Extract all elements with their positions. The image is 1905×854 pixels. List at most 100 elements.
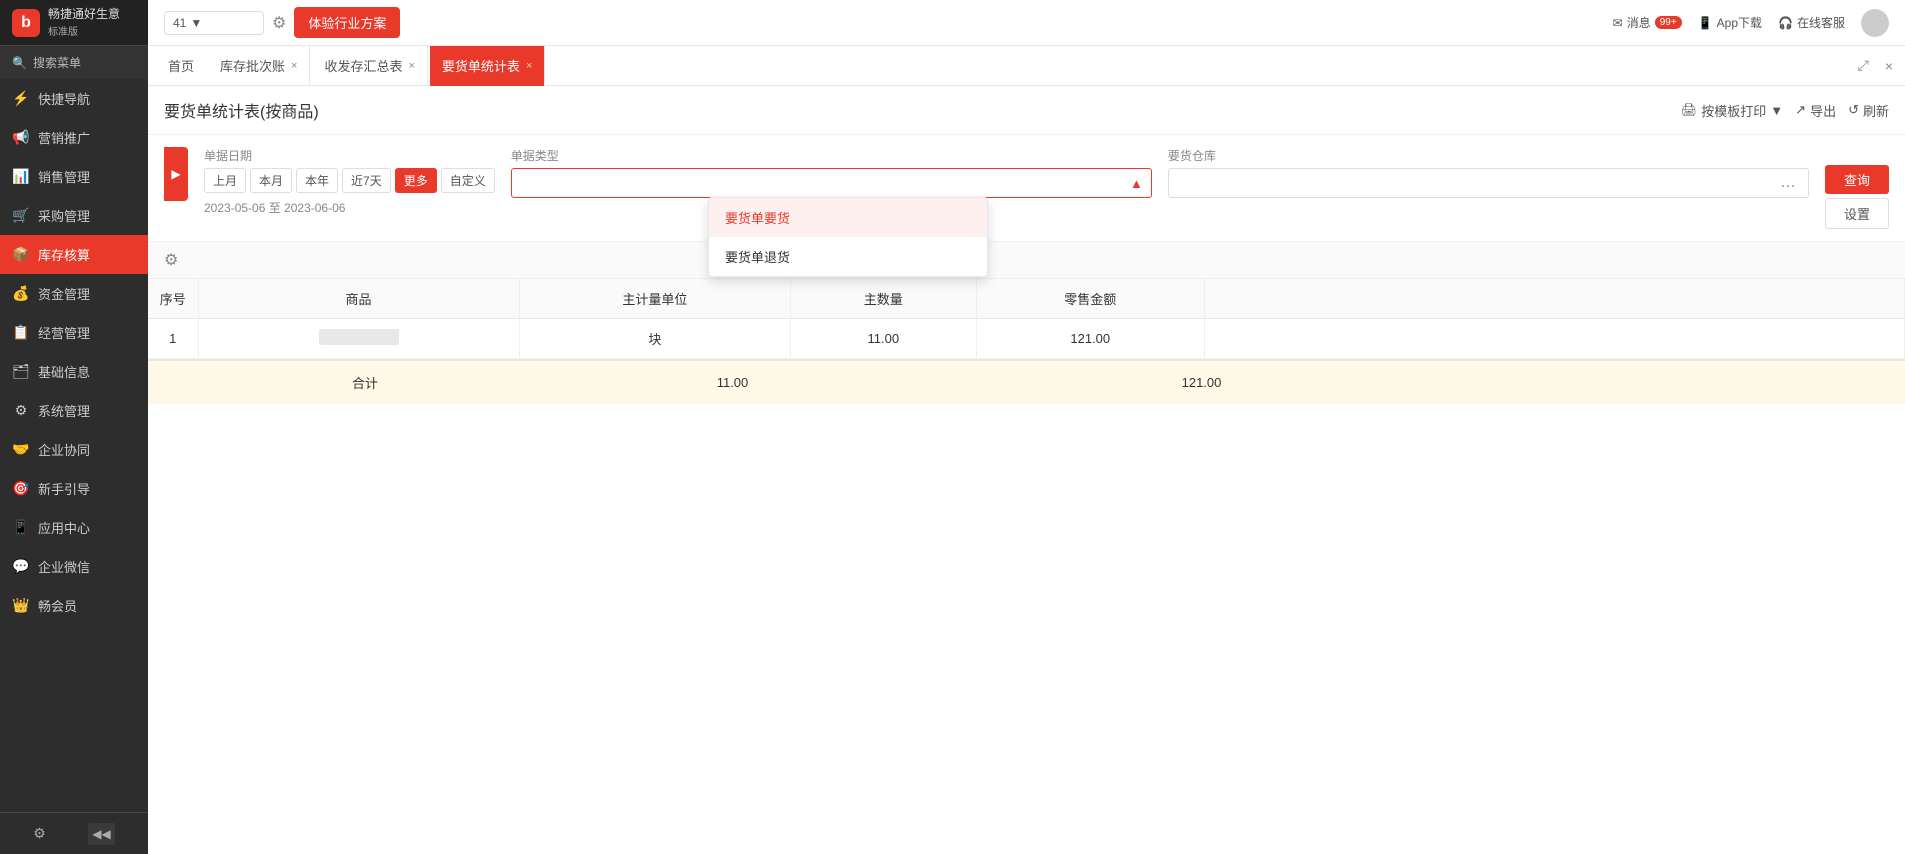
nav-label-6: 经营管理 xyxy=(38,323,90,342)
more-dates-btn[interactable]: 更多 xyxy=(395,168,437,193)
refresh-label: 刷新 xyxy=(1863,101,1889,120)
nav-label-2: 销售管理 xyxy=(38,167,90,186)
warehouse-filter-input[interactable] xyxy=(1177,176,1776,191)
dropdown-item-return[interactable]: 要货单退货 xyxy=(709,237,987,276)
custom-date-btn[interactable]: 自定义 xyxy=(441,168,495,193)
sidebar-item-快捷导航[interactable]: ⚡快捷导航 xyxy=(0,79,148,118)
type-filter-input-box[interactable]: ▲ xyxy=(511,168,1152,198)
store-selector[interactable]: 41 ▼ xyxy=(164,11,264,35)
app-download-btn[interactable]: 📱 App下载 xyxy=(1698,14,1762,31)
type-dropdown: 要货单要货 要货单退货 xyxy=(708,197,988,277)
message-icon: ✉ xyxy=(1613,16,1623,30)
sidebar-item-畅会员[interactable]: 👑畅会员 xyxy=(0,586,148,625)
nav-icon-12: 💬 xyxy=(12,558,30,575)
sidebar-settings-icon[interactable]: ⚙ xyxy=(33,825,46,842)
nav-icon-3: 🛒 xyxy=(12,207,30,224)
sidebar-item-销售管理[interactable]: 📊销售管理 xyxy=(0,157,148,196)
tab-inventory-batch-close[interactable]: × xyxy=(291,60,297,72)
topbar-gear-icon[interactable]: ⚙ xyxy=(272,13,286,33)
sidebar-collapse-icon[interactable]: ◀◀ xyxy=(88,823,114,845)
nav-icon-11: 📱 xyxy=(12,519,30,536)
prev-month-btn[interactable]: 上月 xyxy=(204,168,246,193)
recent-7days-btn[interactable]: 近7天 xyxy=(342,168,391,193)
export-btn[interactable]: ↗ 导出 xyxy=(1795,101,1836,120)
table-header-row: 序号 商品 主计量单位 主数量 零售金额 xyxy=(148,279,1905,319)
app-logo-icon: b xyxy=(12,9,40,37)
sidebar-search[interactable]: 🔍 搜索菜单 xyxy=(0,46,148,79)
store-dropdown-arrow: ▼ xyxy=(190,16,202,30)
trial-button[interactable]: 体验行业方案 xyxy=(294,7,400,38)
print-icon: 🖨 xyxy=(1681,102,1698,118)
sidebar-item-资金管理[interactable]: 💰资金管理 xyxy=(0,274,148,313)
dropdown-item-order[interactable]: 要货单要货 xyxy=(709,198,987,237)
warehouse-more-dots[interactable]: … xyxy=(1776,174,1800,192)
current-month-btn[interactable]: 本月 xyxy=(250,168,292,193)
nav-icon-6: 📋 xyxy=(12,324,30,341)
nav-label-5: 资金管理 xyxy=(38,284,90,303)
filter-bar: ▶ 单据日期 上月 本月 本年 近7天 更多 自定义 2023-05-06 xyxy=(148,135,1905,242)
page-header: 要货单统计表(按商品) 🖨 按模板打印 ▼ ↗ 导出 ↺ 刷新 xyxy=(148,86,1905,135)
online-service-icon: 🎧 xyxy=(1778,16,1793,30)
date-filter-row: 上月 本月 本年 近7天 更多 自定义 xyxy=(204,168,495,193)
type-filter-input[interactable] xyxy=(520,176,1130,191)
tabs-close-icon[interactable]: × xyxy=(1881,54,1897,78)
message-btn[interactable]: ✉ 消息 99+ xyxy=(1613,14,1682,31)
nav-label-11: 应用中心 xyxy=(38,518,90,537)
tab-order-stats-close[interactable]: × xyxy=(526,60,532,72)
query-button[interactable]: 查询 xyxy=(1825,165,1889,194)
tab-inventory-batch[interactable]: 库存批次账 × xyxy=(208,46,310,86)
nav-icon-13: 👑 xyxy=(12,597,30,614)
nav-icon-8: ⚙ xyxy=(12,402,30,419)
footer-total-label: 合计 xyxy=(198,373,398,392)
sidebar-item-新手引导[interactable]: 🎯新手引导 xyxy=(0,469,148,508)
tab-home[interactable]: 首页 xyxy=(156,56,206,75)
settings-button[interactable]: 设置 xyxy=(1825,198,1889,229)
sidebar-item-经营管理[interactable]: 📋 经营管理 xyxy=(0,313,148,352)
filter-expand-btn[interactable]: ▶ xyxy=(164,147,188,201)
date-range-text: 2023-05-06 至 2023-06-06 xyxy=(204,199,495,216)
topbar: 41 ▼ ⚙ 体验行业方案 ✉ 消息 99+ 📱 App下载 🎧 在线客服 xyxy=(148,0,1905,46)
current-year-btn[interactable]: 本年 xyxy=(296,168,338,193)
table-body: 1 块 11.00 121.00 xyxy=(148,319,1905,359)
page-title: 要货单统计表(按商品) xyxy=(164,98,319,122)
cell-unit: 块 xyxy=(519,319,791,359)
refresh-icon: ↺ xyxy=(1848,102,1859,118)
table-gear-icon[interactable]: ⚙ xyxy=(164,250,178,270)
print-btn[interactable]: 🖨 按模板打印 ▼ xyxy=(1681,101,1783,120)
cell-product xyxy=(198,319,519,359)
tab-order-stats[interactable]: 要货单统计表 × xyxy=(430,46,545,86)
table-toolbar: ⚙ xyxy=(148,242,1905,279)
sidebar-logo: b 畅捷通好生意 标准版 xyxy=(0,0,148,46)
tab-receive-summary[interactable]: 收发存汇总表 × xyxy=(312,46,427,86)
user-avatar[interactable] xyxy=(1861,9,1889,37)
sidebar-item-企业协同[interactable]: 🤝企业协同 xyxy=(0,430,148,469)
cell-quantity: 11.00 xyxy=(791,319,976,359)
search-icon: 🔍 xyxy=(12,56,27,70)
col-header-quantity: 主数量 xyxy=(791,279,976,319)
sidebar-item-系统管理[interactable]: ⚙系统管理 xyxy=(0,391,148,430)
online-service-btn[interactable]: 🎧 在线客服 xyxy=(1778,14,1845,31)
sidebar-item-基础信息[interactable]: 🗂基础信息 xyxy=(0,352,148,391)
page-container: 要货单统计表(按商品) 🖨 按模板打印 ▼ ↗ 导出 ↺ 刷新 xyxy=(148,86,1905,854)
message-label: 消息 xyxy=(1627,14,1651,31)
col-header-product: 商品 xyxy=(198,279,519,319)
sidebar-item-库存核算[interactable]: 📦库存核算 xyxy=(0,235,148,274)
sidebar-item-营销推广[interactable]: 📢营销推广 xyxy=(0,118,148,157)
tab-order-stats-label: 要货单统计表 xyxy=(442,56,520,75)
tab-receive-summary-close[interactable]: × xyxy=(408,60,414,72)
nav-label-9: 企业协同 xyxy=(38,440,90,459)
tabs-expand-icon[interactable]: ⤢ xyxy=(1854,53,1873,78)
nav-label-7: 基础信息 xyxy=(38,362,90,381)
tab-inventory-batch-label: 库存批次账 xyxy=(220,56,285,75)
type-filter-arrow-up[interactable]: ▲ xyxy=(1130,176,1143,191)
sidebar-item-企业微信[interactable]: 💬企业微信 xyxy=(0,547,148,586)
message-badge: 99+ xyxy=(1655,16,1682,29)
warehouse-filter-input-box[interactable]: … xyxy=(1168,168,1809,198)
topbar-right: ✉ 消息 99+ 📱 App下载 🎧 在线客服 xyxy=(1613,9,1889,37)
nav-label-1: 营销推广 xyxy=(38,128,90,147)
app-download-icon: 📱 xyxy=(1698,16,1713,30)
sidebar-item-采购管理[interactable]: 🛒采购管理 xyxy=(0,196,148,235)
col-header-unit: 主计量单位 xyxy=(519,279,791,319)
sidebar-item-应用中心[interactable]: 📱 应用中心 xyxy=(0,508,148,547)
refresh-btn[interactable]: ↺ 刷新 xyxy=(1848,101,1889,120)
